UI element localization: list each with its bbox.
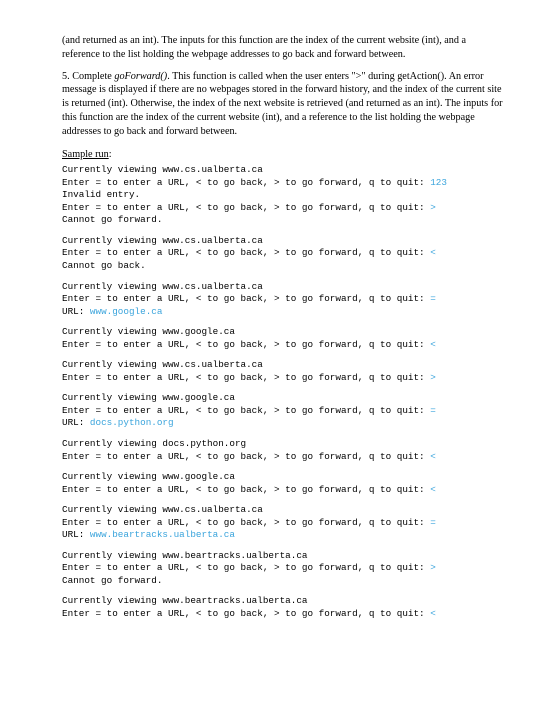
code-text: Currently viewing www.google.ca bbox=[62, 326, 235, 337]
code-text: Enter = to enter a URL, < to go back, > … bbox=[62, 293, 430, 304]
code-text: Enter = to enter a URL, < to go back, > … bbox=[62, 177, 430, 188]
code-line: Currently viewing www.cs.ualberta.ca bbox=[62, 235, 504, 248]
code-line: Cannot go forward. bbox=[62, 575, 504, 588]
code-text: Enter = to enter a URL, < to go back, > … bbox=[62, 608, 430, 619]
code-text: Enter = to enter a URL, < to go back, > … bbox=[62, 405, 430, 416]
code-text: Enter = to enter a URL, < to go back, > … bbox=[62, 562, 430, 573]
code-text: Cannot go forward. bbox=[62, 575, 162, 586]
user-input: < bbox=[430, 451, 436, 462]
user-input: = bbox=[430, 405, 436, 416]
code-text: Currently viewing www.google.ca bbox=[62, 392, 235, 403]
sample-run-heading: Sample run: bbox=[62, 148, 504, 162]
sample-run-label: Sample run bbox=[62, 149, 109, 160]
code-line: Cannot go forward. bbox=[62, 214, 504, 227]
sample-run-output: Currently viewing www.cs.ualberta.caEnte… bbox=[62, 164, 504, 620]
code-line: URL: docs.python.org bbox=[62, 417, 504, 430]
code-line: Currently viewing www.google.ca bbox=[62, 326, 504, 339]
user-input: 123 bbox=[430, 177, 447, 188]
code-line: Currently viewing www.google.ca bbox=[62, 392, 504, 405]
user-input: > bbox=[430, 202, 436, 213]
code-line: URL: www.beartracks.ualberta.ca bbox=[62, 529, 504, 542]
item-number: 5. bbox=[62, 71, 70, 82]
code-block: Currently viewing www.google.ca Enter = t… bbox=[62, 471, 504, 496]
code-text: Currently viewing www.beartracks.ualbert… bbox=[62, 550, 307, 561]
code-text: Enter = to enter a URL, < to go back, > … bbox=[62, 484, 430, 495]
code-line: Currently viewing www.cs.ualberta.ca bbox=[62, 359, 504, 372]
code-text: Enter = to enter a URL, < to go back, > … bbox=[62, 339, 430, 350]
code-text: URL: bbox=[62, 306, 90, 317]
code-line: Currently viewing www.beartracks.ualbert… bbox=[62, 595, 504, 608]
code-line: Enter = to enter a URL, < to go back, > … bbox=[62, 177, 504, 190]
user-input: < bbox=[430, 608, 436, 619]
code-line: Currently viewing www.cs.ualberta.ca bbox=[62, 281, 504, 294]
code-line: Enter = to enter a URL, < to go back, > … bbox=[62, 608, 504, 621]
code-line: Enter = to enter a URL, < to go back, > … bbox=[62, 372, 504, 385]
code-block: Currently viewing www.beartracks.ualbert… bbox=[62, 550, 504, 588]
code-block: Currently viewing www.beartracks.ualbert… bbox=[62, 595, 504, 620]
code-line: Invalid entry. bbox=[62, 189, 504, 202]
code-line: Enter = to enter a URL, < to go back, > … bbox=[62, 405, 504, 418]
code-text: Enter = to enter a URL, < to go back, > … bbox=[62, 451, 430, 462]
code-line: Enter = to enter a URL, < to go back, > … bbox=[62, 562, 504, 575]
code-block: Currently viewing www.cs.ualberta.ca Ente… bbox=[62, 504, 504, 542]
user-input: docs.python.org bbox=[90, 417, 174, 428]
user-input: > bbox=[430, 372, 436, 383]
user-input: = bbox=[430, 517, 436, 528]
code-text: URL: bbox=[62, 529, 90, 540]
code-text: Enter = to enter a URL, < to go back, > … bbox=[62, 372, 430, 383]
code-block: Currently viewing www.google.ca Enter = t… bbox=[62, 326, 504, 351]
code-text: Cannot go back. bbox=[62, 260, 146, 271]
code-block: Currently viewing www.cs.ualberta.ca Ente… bbox=[62, 164, 504, 227]
code-text: Currently viewing www.cs.ualberta.ca bbox=[62, 164, 263, 175]
code-text: Currently viewing www.cs.ualberta.ca bbox=[62, 235, 263, 246]
code-text: Invalid entry. bbox=[62, 189, 140, 200]
code-line: URL: www.google.ca bbox=[62, 306, 504, 319]
user-input: > bbox=[430, 562, 436, 573]
code-line: Currently viewing docs.python.org bbox=[62, 438, 504, 451]
code-text: Enter = to enter a URL, < to go back, > … bbox=[62, 247, 430, 258]
code-line: Cannot go back. bbox=[62, 260, 504, 273]
code-text: Currently viewing docs.python.org bbox=[62, 438, 246, 449]
code-text: Currently viewing www.cs.ualberta.ca bbox=[62, 359, 263, 370]
code-block: Currently viewing docs.python.org Enter =… bbox=[62, 438, 504, 463]
code-block: Currently viewing www.google.ca Enter = t… bbox=[62, 392, 504, 430]
code-line: Currently viewing www.google.ca bbox=[62, 471, 504, 484]
code-line: Enter = to enter a URL, < to go back, > … bbox=[62, 293, 504, 306]
code-text: Cannot go forward. bbox=[62, 214, 162, 225]
code-block: Currently viewing www.cs.ualberta.ca Ente… bbox=[62, 359, 504, 384]
code-line: Currently viewing www.beartracks.ualbert… bbox=[62, 550, 504, 563]
user-input: < bbox=[430, 484, 436, 495]
code-text: Currently viewing www.google.ca bbox=[62, 471, 235, 482]
user-input: < bbox=[430, 339, 436, 350]
code-line: Enter = to enter a URL, < to go back, > … bbox=[62, 484, 504, 497]
code-line: Enter = to enter a URL, < to go back, > … bbox=[62, 247, 504, 260]
code-text: Enter = to enter a URL, < to go back, > … bbox=[62, 517, 430, 528]
list-item-5: 5. Complete goForward(). This function i… bbox=[62, 70, 504, 139]
code-line: Enter = to enter a URL, < to go back, > … bbox=[62, 202, 504, 215]
paragraph-continuation: (and returned as an int). The inputs for… bbox=[62, 34, 504, 62]
code-line: Enter = to enter a URL, < to go back, > … bbox=[62, 517, 504, 530]
code-text: Currently viewing www.beartracks.ualbert… bbox=[62, 595, 307, 606]
code-text: URL: bbox=[62, 417, 90, 428]
code-line: Enter = to enter a URL, < to go back, > … bbox=[62, 451, 504, 464]
code-line: Enter = to enter a URL, < to go back, > … bbox=[62, 339, 504, 352]
code-text: Enter = to enter a URL, < to go back, > … bbox=[62, 202, 430, 213]
code-line: Currently viewing www.cs.ualberta.ca bbox=[62, 504, 504, 517]
document-page: (and returned as an int). The inputs for… bbox=[0, 0, 552, 649]
user-input: = bbox=[430, 293, 436, 304]
code-block: Currently viewing www.cs.ualberta.caEnte… bbox=[62, 235, 504, 273]
code-text: Currently viewing www.cs.ualberta.ca bbox=[62, 281, 263, 292]
user-input: www.google.ca bbox=[90, 306, 163, 317]
user-input: < bbox=[430, 247, 436, 258]
item-lead: Complete bbox=[72, 71, 114, 82]
code-text: Currently viewing www.cs.ualberta.ca bbox=[62, 504, 263, 515]
code-block: Currently viewing www.cs.ualberta.caEnte… bbox=[62, 281, 504, 319]
function-name: goForward() bbox=[114, 71, 167, 82]
sample-run-colon: : bbox=[109, 149, 112, 160]
user-input: www.beartracks.ualberta.ca bbox=[90, 529, 235, 540]
code-line: Currently viewing www.cs.ualberta.ca bbox=[62, 164, 504, 177]
